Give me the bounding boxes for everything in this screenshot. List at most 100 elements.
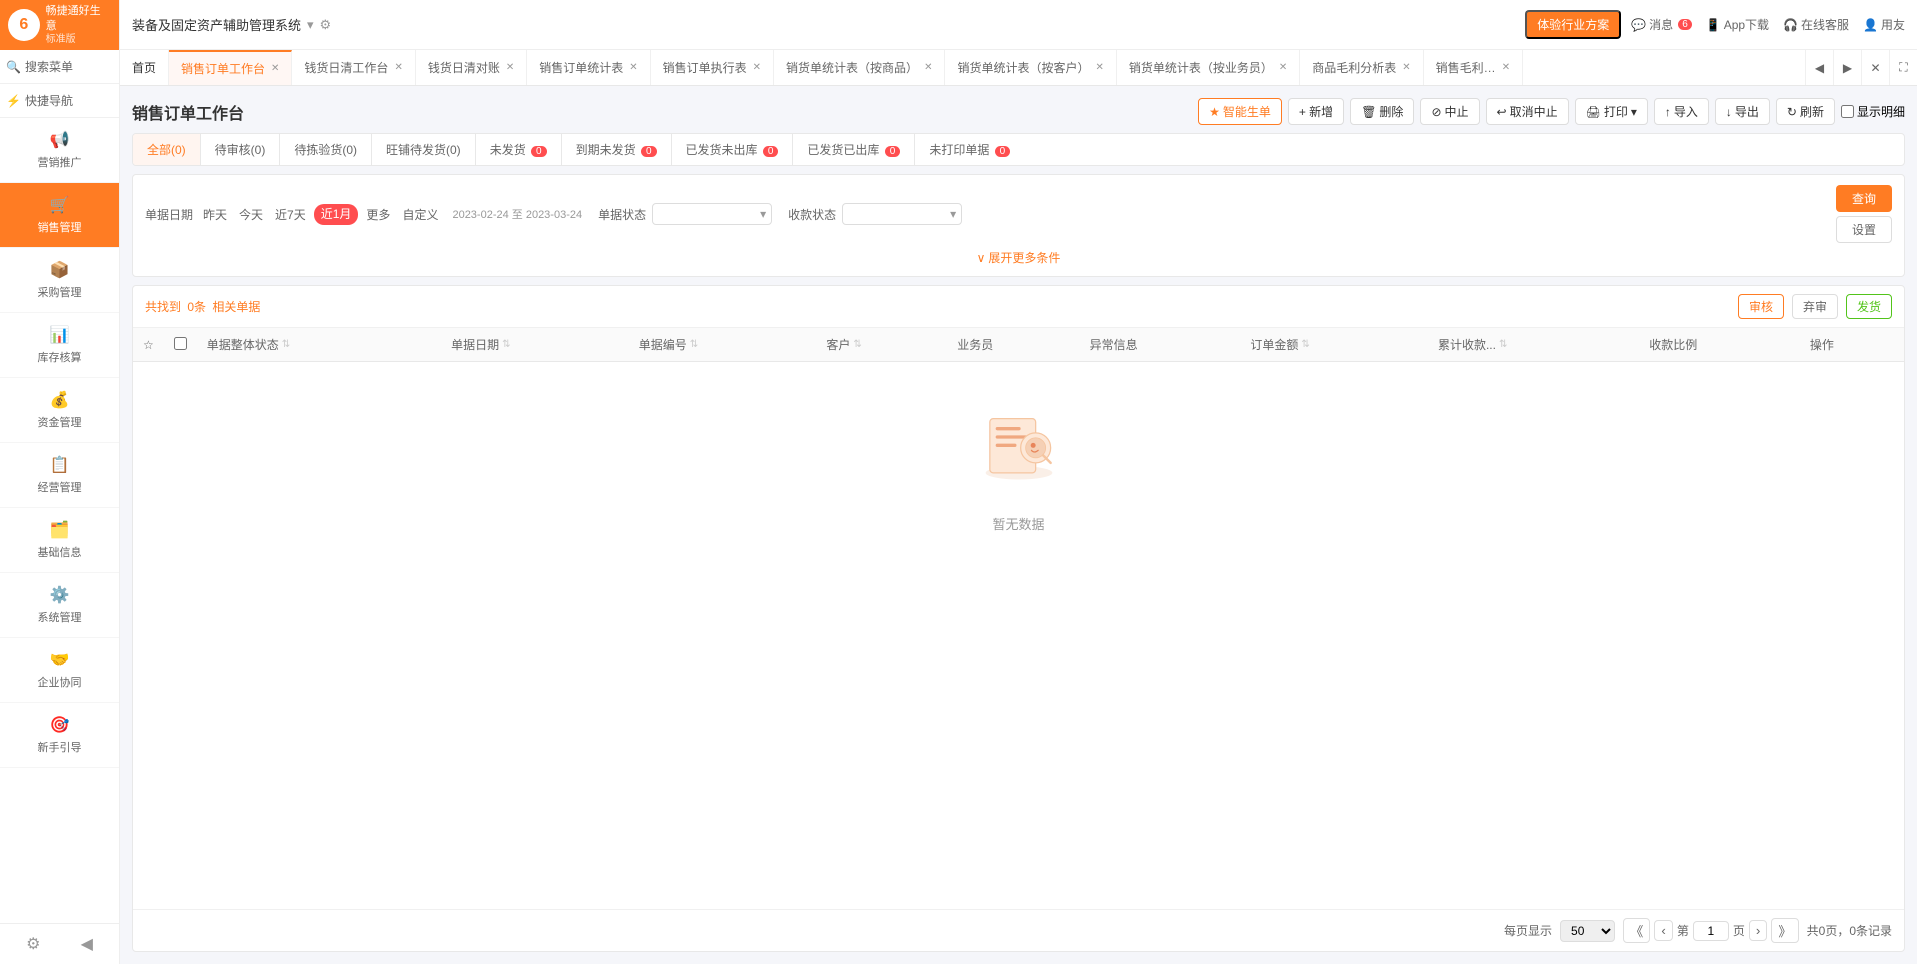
tab-reconciliation[interactable]: 钱货日清对账 ✕	[416, 50, 527, 86]
tab-close-product-stats[interactable]: ✕	[924, 62, 932, 73]
sort-status[interactable]: 单据整体状态	[207, 336, 290, 353]
sidebar-item-sales[interactable]: 🛒 销售管理	[0, 183, 119, 248]
sort-customer[interactable]: 客户	[826, 336, 861, 353]
sidebar-item-enterprise[interactable]: 🤝 企业协同	[0, 638, 119, 703]
search-menu-item[interactable]: 🔍 搜索菜单	[0, 50, 119, 84]
receipt-select[interactable]	[842, 203, 962, 225]
tab-close-all[interactable]: ✕	[1861, 50, 1889, 86]
smart-generate-btn[interactable]: ★ 智能生单	[1198, 98, 1282, 125]
date-opt-custom[interactable]: 自定义	[398, 204, 442, 225]
page-first-btn[interactable]: 《	[1623, 918, 1650, 943]
cancel-audit-btn[interactable]: 弃审	[1792, 294, 1838, 319]
sidebar-item-system[interactable]: ⚙️ 系统管理	[0, 573, 119, 638]
show-detail-checkbox-wrap[interactable]: 显示明细	[1841, 103, 1905, 120]
sidebar-item-marketing[interactable]: 📢 营销推广	[0, 118, 119, 183]
show-detail-checkbox[interactable]	[1841, 105, 1854, 118]
unshipped-badge: 0	[531, 146, 547, 157]
settings-footer-btn[interactable]: ⚙	[26, 934, 40, 954]
filter-tab-wangpu-ship[interactable]: 旺铺待发货(0)	[372, 134, 476, 165]
tabbar-controls: ◀ ▶ ✕ ⛶	[1805, 50, 1917, 86]
tab-staff-stats[interactable]: 销货单统计表（按业务员） ✕	[1117, 50, 1300, 86]
tab-fullscreen[interactable]: ⛶	[1889, 50, 1917, 86]
tab-close-sales-order[interactable]: ✕	[271, 63, 279, 74]
sort-num[interactable]: 单据编号	[639, 336, 698, 353]
sort-amount[interactable]: 订单金额	[1250, 336, 1309, 353]
sidebar-item-finance[interactable]: 💰 资金管理	[0, 378, 119, 443]
sidebar-item-basic-info[interactable]: 🗂️ 基础信息	[0, 508, 119, 573]
audit-btn[interactable]: 审核	[1738, 294, 1784, 319]
page-input[interactable]	[1693, 921, 1729, 941]
page-next-btn[interactable]: ›	[1749, 920, 1767, 941]
tab-margin-analysis[interactable]: 商品毛利分析表 ✕	[1300, 50, 1423, 86]
filter-tab-unprinted[interactable]: 未打印单据 0	[915, 134, 1024, 165]
delete-icon: 🗑	[1361, 105, 1376, 119]
date-opt-yesterday[interactable]: 昨天	[199, 204, 231, 225]
tab-money-goods[interactable]: 钱货日清工作台 ✕	[292, 50, 415, 86]
tab-close-customer-stats[interactable]: ✕	[1095, 62, 1103, 73]
date-opt-more[interactable]: 更多	[362, 204, 394, 225]
query-btn[interactable]: 查询	[1836, 185, 1892, 212]
collapse-sidebar-btn[interactable]: ◀	[81, 934, 93, 954]
chevron-down-icon: ∨	[977, 251, 986, 265]
tab-close-sales-stats[interactable]: ✕	[629, 62, 637, 73]
tab-customer-stats[interactable]: 销货单统计表（按客户） ✕	[945, 50, 1116, 86]
online-service-action[interactable]: 🎧 在线客服	[1783, 16, 1849, 33]
tab-home[interactable]: 首页	[120, 50, 169, 86]
sidebar-item-guide[interactable]: 🎯 新手引导	[0, 703, 119, 768]
sidebar-item-operations[interactable]: 📋 经营管理	[0, 443, 119, 508]
filter-date-item: 单据日期 昨天 今天 近7天 近1月 更多 自定义 2023-02-24 至 2…	[145, 204, 582, 225]
quick-nav-item[interactable]: ⚡ 快捷导航	[0, 84, 119, 118]
set-btn[interactable]: 设置	[1836, 216, 1892, 243]
basic-info-icon: 🗂️	[50, 520, 70, 540]
filter-tab-pending-check[interactable]: 待拣验货(0)	[280, 134, 372, 165]
cancel-suspend-btn[interactable]: ↩ 取消中止	[1486, 98, 1569, 125]
tab-product-stats[interactable]: 销货单统计表（按商品） ✕	[774, 50, 945, 86]
suspend-btn[interactable]: ⊘ 中止	[1420, 98, 1479, 125]
delete-btn[interactable]: 🗑 删除	[1350, 98, 1414, 125]
tab-sales-margin[interactable]: 销售毛利… ✕	[1424, 50, 1523, 86]
sidebar-item-inventory[interactable]: 📊 库存核算	[0, 313, 119, 378]
tab-close-staff-stats[interactable]: ✕	[1279, 62, 1287, 73]
th-amount: 订单金额	[1240, 328, 1428, 362]
tab-close-reconciliation[interactable]: ✕	[506, 62, 514, 73]
tab-close-sales-exec[interactable]: ✕	[753, 62, 761, 73]
date-opt-1month[interactable]: 近1月	[314, 204, 359, 225]
sort-date[interactable]: 单据日期	[451, 336, 510, 353]
tab-scroll-left[interactable]: ◀	[1805, 50, 1833, 86]
status-select[interactable]	[652, 203, 772, 225]
add-btn[interactable]: + 新增	[1288, 98, 1344, 125]
sort-cumulative[interactable]: 累计收款...	[1438, 336, 1507, 353]
filter-tab-unshipped[interactable]: 未发货 0	[476, 134, 562, 165]
settings-icon[interactable]: ⚙	[320, 17, 332, 33]
tab-sales-stats[interactable]: 销售订单统计表 ✕	[527, 50, 650, 86]
filter-expand-btn[interactable]: ∨ 展开更多条件	[145, 249, 1892, 266]
print-btn[interactable]: 🖨 打印 ▾	[1575, 98, 1648, 125]
app-download-action[interactable]: 📱 App下载	[1706, 16, 1769, 33]
filter-tab-shipped-not-out[interactable]: 已发货未出库 0	[672, 134, 794, 165]
message-action[interactable]: 💬 消息 6	[1631, 16, 1692, 33]
date-opt-7days[interactable]: 近7天	[271, 204, 310, 225]
ship-action-btn[interactable]: 发货	[1846, 294, 1892, 319]
sidebar-item-purchase[interactable]: 📦 采购管理	[0, 248, 119, 313]
date-opt-today[interactable]: 今天	[235, 204, 267, 225]
tab-close-margin-analysis[interactable]: ✕	[1402, 62, 1410, 73]
page-last-btn[interactable]: 》	[1771, 918, 1798, 943]
tab-close-money-goods[interactable]: ✕	[394, 62, 402, 73]
table-scroll-area: ☆ 单据整体状态 单据日期 单据编号 客户 业务员 异常信息 订单金额 累计收款…	[133, 328, 1904, 909]
filter-tab-all[interactable]: 全部(0)	[133, 134, 201, 165]
refresh-btn[interactable]: ↻ 刷新	[1776, 98, 1835, 125]
import-btn[interactable]: ↑ 导入	[1654, 98, 1709, 125]
select-all-checkbox[interactable]	[174, 337, 187, 350]
export-btn[interactable]: ↓ 导出	[1715, 98, 1770, 125]
industry-btn[interactable]: 体验行业方案	[1525, 10, 1621, 39]
filter-tab-shipped-out[interactable]: 已发货已出库 0	[793, 134, 915, 165]
tab-sales-order[interactable]: 销售订单工作台 ✕	[169, 50, 292, 86]
page-size-select[interactable]: 50 100 200	[1560, 920, 1615, 942]
tab-sales-exec[interactable]: 销售订单执行表 ✕	[651, 50, 774, 86]
tab-close-sales-margin[interactable]: ✕	[1502, 62, 1510, 73]
user-action[interactable]: 👤 用友	[1863, 16, 1905, 33]
page-prev-btn[interactable]: ‹	[1654, 920, 1672, 941]
tab-scroll-right[interactable]: ▶	[1833, 50, 1861, 86]
filter-tab-pending-audit[interactable]: 待审核(0)	[201, 134, 281, 165]
filter-tab-overdue-ship[interactable]: 到期未发货 0	[562, 134, 672, 165]
